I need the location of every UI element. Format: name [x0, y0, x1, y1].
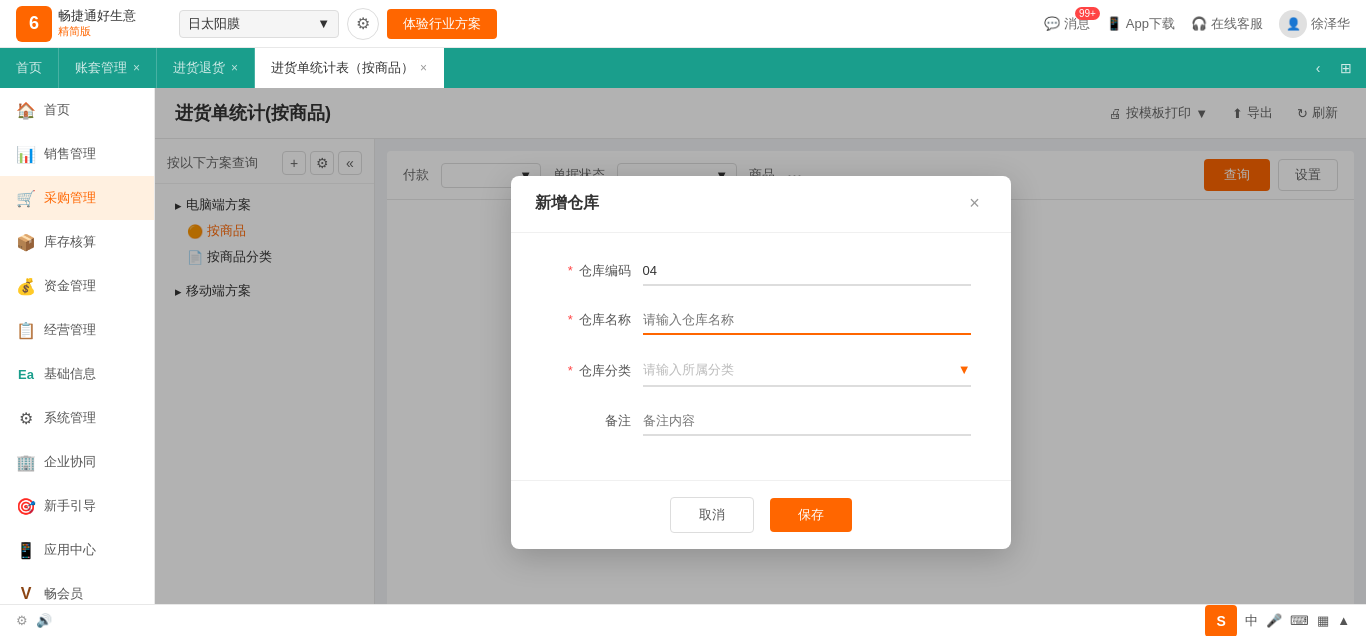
operation-icon: 📋	[16, 320, 36, 340]
top-header: 6 畅捷通好生意 精简版 日太阳膜 ▼ ⚙ 体验行业方案 💬 消息 99+ 📱 …	[0, 0, 1366, 48]
form-input-code[interactable]	[643, 257, 971, 286]
tab-purchase-stats[interactable]: 进货单统计表（按商品） ×	[255, 48, 444, 88]
sidebar-item-operation[interactable]: 📋 经营管理	[0, 308, 154, 352]
content-area: 进货单统计(按商品) 🖨 按模板打印 ▼ ⬆ 导出 ↻ 刷新	[155, 88, 1366, 636]
sidebar-item-finance[interactable]: 💰 资金管理	[0, 264, 154, 308]
form-row-name: * 仓库名称	[551, 306, 971, 335]
logo-icon: 6	[16, 6, 52, 42]
tab-next-btn[interactable]: ⊞	[1334, 56, 1358, 80]
vip-icon: V	[16, 584, 36, 604]
tab-home[interactable]: 首页	[0, 48, 59, 88]
app-download-btn[interactable]: 📱 App下载	[1106, 15, 1175, 33]
save-button[interactable]: 保存	[770, 498, 852, 532]
modal-overlay[interactable]: 新增仓库 × * 仓库编码 *	[155, 88, 1366, 636]
sidebar-item-basic-info[interactable]: Ea 基础信息	[0, 352, 154, 396]
grid-icon[interactable]: ▦	[1317, 613, 1329, 628]
tab-purchase-return[interactable]: 进货退货 ×	[157, 48, 255, 88]
bottom-left: ⚙ 🔊	[16, 613, 52, 628]
form-label-name: * 仓库名称	[551, 311, 631, 329]
sidebar-item-system[interactable]: ⚙ 系统管理	[0, 396, 154, 440]
sidebar-item-apps[interactable]: 📱 应用中心	[0, 528, 154, 572]
modal-new-warehouse: 新增仓库 × * 仓库编码 *	[511, 176, 1011, 549]
online-service-btn[interactable]: 🎧 在线客服	[1191, 15, 1263, 33]
form-row-remark: 备注	[551, 407, 971, 436]
enterprise-icon: 🏢	[16, 452, 36, 472]
user-avatar: 👤	[1279, 10, 1307, 38]
tab-prev-btn[interactable]: ‹	[1306, 56, 1330, 80]
finance-icon: 💰	[16, 276, 36, 296]
bottom-sound-icon[interactable]: 🔊	[36, 613, 52, 628]
form-label-code: * 仓库编码	[551, 262, 631, 280]
tab-spacer	[444, 48, 1298, 88]
modal-close-btn[interactable]: ×	[963, 192, 987, 216]
bottom-right: S 中 🎤 ⌨ ▦ ▲	[1205, 605, 1350, 637]
tab-account[interactable]: 账套管理 ×	[59, 48, 157, 88]
sidebar-item-home[interactable]: 🏠 首页	[0, 88, 154, 132]
bottom-bar: ⚙ 🔊 S 中 🎤 ⌨ ▦ ▲	[0, 604, 1366, 636]
mic-icon[interactable]: 🎤	[1266, 613, 1282, 628]
sidebar-item-enterprise[interactable]: 🏢 企业协同	[0, 440, 154, 484]
keyboard-icon[interactable]: ⌨	[1290, 613, 1309, 628]
apps-icon: 📱	[16, 540, 36, 560]
basic-info-icon: Ea	[16, 364, 36, 384]
sidebar-item-inventory[interactable]: 📦 库存核算	[0, 220, 154, 264]
logo-sub: 精简版	[58, 24, 136, 39]
logo-text: 畅捷通好生意	[58, 8, 136, 25]
form-label-category: * 仓库分类	[551, 362, 631, 380]
main-layout: 🏠 首页 📊 销售管理 🛒 采购管理 📦 库存核算 💰 资金管理 📋 经营管理 …	[0, 88, 1366, 636]
logo-text-block: 畅捷通好生意 精简版	[58, 8, 136, 40]
messages-btn[interactable]: 💬 消息 99+	[1044, 15, 1090, 33]
user-btn[interactable]: 👤 徐泽华	[1279, 10, 1350, 38]
tab-controls: ‹ ⊞	[1298, 48, 1366, 88]
modal-title: 新增仓库	[535, 193, 599, 214]
sidebar-item-purchase[interactable]: 🛒 采购管理	[0, 176, 154, 220]
sidebar: 🏠 首页 📊 销售管理 🛒 采购管理 📦 库存核算 💰 资金管理 📋 经营管理 …	[0, 88, 155, 636]
form-row-code: * 仓库编码	[551, 257, 971, 286]
modal-body: * 仓库编码 * 仓库名称	[511, 233, 1011, 480]
home-icon: 🏠	[16, 100, 36, 120]
messages-badge: 99+	[1075, 7, 1100, 20]
s-logo: S	[1205, 605, 1237, 637]
purchase-icon: 🛒	[16, 188, 36, 208]
trial-button[interactable]: 体验行业方案	[387, 9, 497, 39]
chinese-input-icon[interactable]: 中	[1245, 612, 1258, 630]
form-row-category: * 仓库分类 请输入所属分类 ▼	[551, 355, 971, 387]
form-input-name[interactable]	[643, 306, 971, 335]
chevron-icon[interactable]: ▲	[1337, 613, 1350, 628]
search-dropdown[interactable]: 日太阳膜 ▼	[179, 10, 339, 38]
bottom-settings-icon[interactable]: ⚙	[16, 613, 28, 628]
cancel-button[interactable]: 取消	[670, 497, 754, 533]
sales-icon: 📊	[16, 144, 36, 164]
tab-bar: 首页 账套管理 × 进货退货 × 进货单统计表（按商品） × ‹ ⊞	[0, 48, 1366, 88]
logo-area: 6 畅捷通好生意 精简版	[16, 6, 171, 42]
tab-account-close[interactable]: ×	[133, 61, 140, 75]
header-search: 日太阳膜 ▼ ⚙ 体验行业方案	[179, 8, 1044, 40]
tab-purchase-stats-close[interactable]: ×	[420, 61, 427, 75]
header-settings-btn[interactable]: ⚙	[347, 8, 379, 40]
sidebar-item-guide[interactable]: 🎯 新手引导	[0, 484, 154, 528]
modal-header: 新增仓库 ×	[511, 176, 1011, 233]
tab-purchase-return-close[interactable]: ×	[231, 61, 238, 75]
modal-footer: 取消 保存	[511, 480, 1011, 549]
form-label-remark: 备注	[551, 412, 631, 430]
form-input-remark[interactable]	[643, 407, 971, 436]
inventory-icon: 📦	[16, 232, 36, 252]
guide-icon: 🎯	[16, 496, 36, 516]
header-right: 💬 消息 99+ 📱 App下载 🎧 在线客服 👤 徐泽华	[1044, 10, 1350, 38]
sidebar-item-sales[interactable]: 📊 销售管理	[0, 132, 154, 176]
system-icon: ⚙	[16, 408, 36, 428]
form-select-category[interactable]: 请输入所属分类 ▼	[643, 355, 971, 387]
